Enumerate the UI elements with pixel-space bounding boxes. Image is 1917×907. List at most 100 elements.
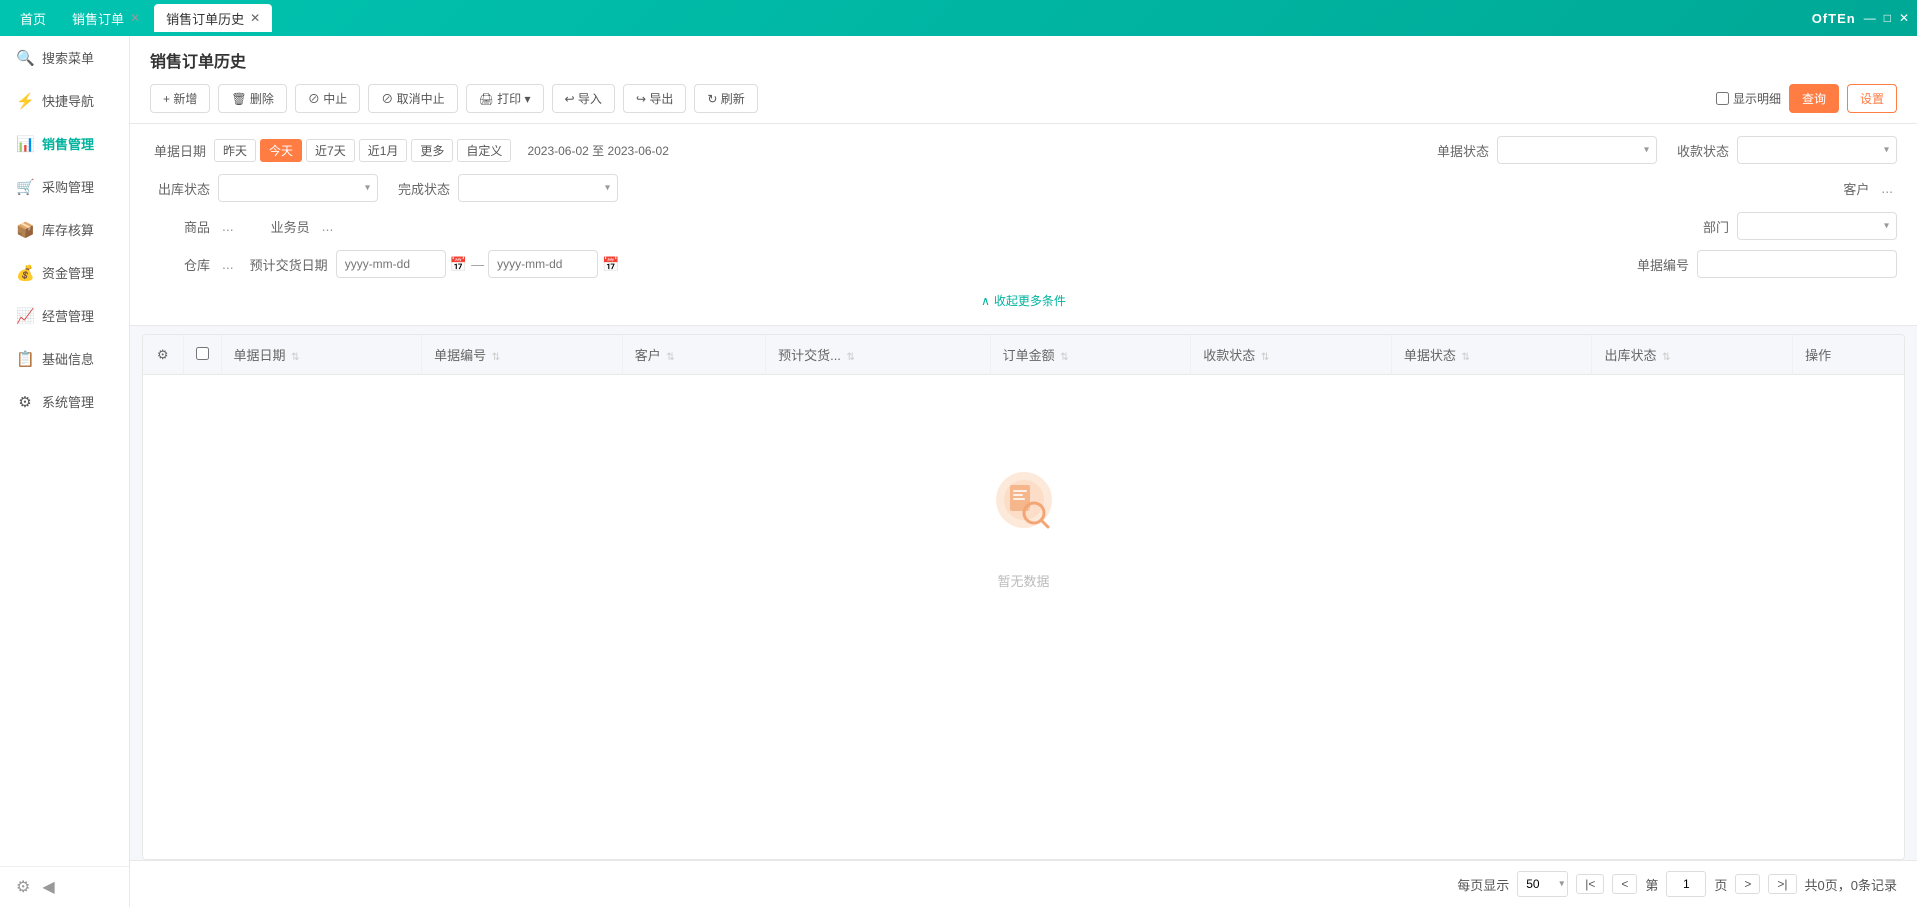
page-number-input[interactable] <box>1666 871 1706 897</box>
th-customer: 客户 ⇅ <box>622 335 765 375</box>
th-order-status-sort[interactable]: ⇅ <box>1461 352 1469 363</box>
sidebar-collapse-icon[interactable]: ◀ <box>42 877 54 897</box>
customer-ellipsis[interactable]: ... <box>1877 180 1897 196</box>
salesperson-ellipsis[interactable]: ... <box>318 218 338 234</box>
th-date: 单据日期 ⇅ <box>221 335 422 375</box>
order-no-label: 单据编号 <box>1629 255 1689 274</box>
date-today[interactable]: 今天 <box>260 139 302 162</box>
settings-icon[interactable]: ⚙ <box>157 347 169 362</box>
sidebar-item-quick-nav[interactable]: ⚡ 快捷导航 <box>0 79 129 122</box>
sidebar-item-sales-mgmt[interactable]: 📊 销售管理 <box>0 122 129 165</box>
sidebar-item-purchase-mgmt[interactable]: 🛒 采购管理 <box>0 165 129 208</box>
operations-icon: 📈 <box>16 307 34 325</box>
cancel-stop-button[interactable]: ⊘ 取消中止 <box>368 84 457 113</box>
th-amount-sort[interactable]: ⇅ <box>1060 352 1068 363</box>
th-order-no-sort[interactable]: ⇅ <box>492 352 500 363</box>
tab-sales-order-history-close[interactable]: ✕ <box>250 12 260 24</box>
next-page-btn[interactable]: > <box>1735 874 1760 894</box>
display-detail-checkbox[interactable] <box>1716 92 1729 105</box>
delivery-date-to[interactable] <box>488 250 598 278</box>
th-delivery-date-sort[interactable]: ⇅ <box>847 352 855 363</box>
sidebar-item-search-menu-label: 搜索菜单 <box>42 48 94 67</box>
receipt-status-label: 收款状态 <box>1669 141 1729 160</box>
window-min-btn[interactable]: — <box>1864 11 1876 25</box>
tab-home[interactable]: 首页 <box>8 4 58 32</box>
last-page-btn[interactable]: >| <box>1768 874 1796 894</box>
sidebar: 🔍 搜索菜单 ⚡ 快捷导航 📊 销售管理 🛒 采购管理 📦 库存核算 💰 资金管… <box>0 36 130 907</box>
warehouse-out-select[interactable] <box>218 174 378 202</box>
main-layout: 🔍 搜索菜单 ⚡ 快捷导航 📊 销售管理 🛒 采购管理 📦 库存核算 💰 资金管… <box>0 36 1917 907</box>
customer-label: 客户 <box>1809 179 1869 198</box>
date-more[interactable]: 更多 <box>411 139 453 162</box>
collapse-label: 收起更多条件 <box>994 292 1066 309</box>
th-warehouse-status-sort[interactable]: ⇅ <box>1662 352 1670 363</box>
delivery-date-to-icon[interactable]: 📅 <box>602 256 619 273</box>
sales-mgmt-icon: 📊 <box>16 135 34 153</box>
order-no-input[interactable] <box>1697 250 1897 278</box>
date-1month[interactable]: 近1月 <box>359 139 408 162</box>
page-title: 销售订单历史 <box>150 48 1897 72</box>
window-max-btn[interactable]: □ <box>1884 11 1891 25</box>
prev-page-btn[interactable]: < <box>1612 874 1637 894</box>
basic-info-icon: 📋 <box>16 350 34 368</box>
th-customer-label: 客户 <box>635 348 661 363</box>
display-detail-label: 显示明细 <box>1733 90 1781 107</box>
page-header: 销售订单历史 + 新增 🗑 删除 ⊘ 中止 ⊘ 取消中止 🖨 打印 ▾ ↩ 导入… <box>130 36 1917 124</box>
warehouse-label: 仓库 <box>150 255 210 274</box>
date-yesterday[interactable]: 昨天 <box>214 139 256 162</box>
display-detail-toggle[interactable]: 显示明细 <box>1716 90 1781 107</box>
delete-button[interactable]: 🗑 删除 <box>218 84 287 113</box>
tab-sales-order-label: 销售订单 <box>72 9 124 28</box>
th-warehouse-status-label: 出库状态 <box>1604 348 1656 363</box>
sidebar-settings-icon[interactable]: ⚙ <box>16 877 30 897</box>
quick-nav-icon: ⚡ <box>16 92 34 110</box>
per-page-select[interactable]: 50 100 200 <box>1517 871 1568 897</box>
refresh-button[interactable]: ↻ 刷新 <box>694 84 757 113</box>
quick-dates: 昨天 今天 近7天 近1月 更多 自定义 <box>214 139 511 162</box>
th-date-sort[interactable]: ⇅ <box>291 352 299 363</box>
th-delivery-date-label: 预计交货... <box>778 348 841 363</box>
select-all-checkbox[interactable] <box>196 347 209 360</box>
empty-state: 暂无数据 <box>143 375 1904 670</box>
th-customer-sort[interactable]: ⇅ <box>666 352 674 363</box>
sidebar-item-finance[interactable]: 💰 资金管理 <box>0 251 129 294</box>
th-settings[interactable]: ⚙ <box>143 335 183 375</box>
date-7days[interactable]: 近7天 <box>306 139 355 162</box>
tab-sales-order[interactable]: 销售订单 ✕ <box>60 4 152 32</box>
query-button[interactable]: 查询 <box>1789 84 1839 113</box>
sidebar-item-search-menu[interactable]: 🔍 搜索菜单 <box>0 36 129 79</box>
sidebar-item-sales-mgmt-label: 销售管理 <box>42 134 94 153</box>
filter-row-4: 仓库 ... 预计交货日期 📅 — 📅 单据编号 <box>150 250 1897 278</box>
import-button[interactable]: ↩ 导入 <box>552 84 615 113</box>
delivery-date-from[interactable] <box>336 250 446 278</box>
order-status-select[interactable] <box>1497 136 1657 164</box>
sidebar-item-basic-info[interactable]: 📋 基础信息 <box>0 337 129 380</box>
product-ellipsis[interactable]: ... <box>218 218 238 234</box>
date-custom[interactable]: 自定义 <box>457 139 511 162</box>
data-table: ⚙ 单据日期 ⇅ 单据编号 ⇅ <box>143 335 1904 670</box>
date-label: 单据日期 <box>150 141 206 160</box>
filter-customer-group: 客户 ... <box>1809 179 1897 198</box>
stop-button[interactable]: ⊘ 中止 <box>295 84 360 113</box>
sidebar-item-inventory[interactable]: 📦 库存核算 <box>0 208 129 251</box>
th-receipt-status-sort[interactable]: ⇅ <box>1261 352 1269 363</box>
sidebar-item-operations[interactable]: 📈 经营管理 <box>0 294 129 337</box>
completion-select[interactable] <box>458 174 618 202</box>
first-page-btn[interactable]: |< <box>1576 874 1604 894</box>
tab-sales-order-close[interactable]: ✕ <box>130 12 140 24</box>
sidebar-item-basic-info-label: 基础信息 <box>42 349 94 368</box>
delivery-date-from-icon[interactable]: 📅 <box>450 256 467 273</box>
export-button[interactable]: ↪ 导出 <box>623 84 686 113</box>
settings-button[interactable]: 设置 <box>1847 84 1897 113</box>
dept-select[interactable] <box>1737 212 1897 240</box>
tab-sales-order-history-label: 销售订单历史 <box>166 9 244 28</box>
print-button[interactable]: 🖨 打印 ▾ <box>466 84 544 113</box>
tab-sales-order-history[interactable]: 销售订单历史 ✕ <box>154 4 272 32</box>
filter-delivery-date-group: 预计交货日期 📅 — 📅 <box>250 250 620 278</box>
window-close-btn[interactable]: ✕ <box>1899 11 1909 25</box>
receipt-status-select[interactable] <box>1737 136 1897 164</box>
warehouse-ellipsis[interactable]: ... <box>218 256 238 272</box>
new-button[interactable]: + 新增 <box>150 84 210 113</box>
sidebar-item-system[interactable]: ⚙ 系统管理 <box>0 380 129 423</box>
collapse-btn[interactable]: ∧ 收起更多条件 <box>150 288 1897 313</box>
